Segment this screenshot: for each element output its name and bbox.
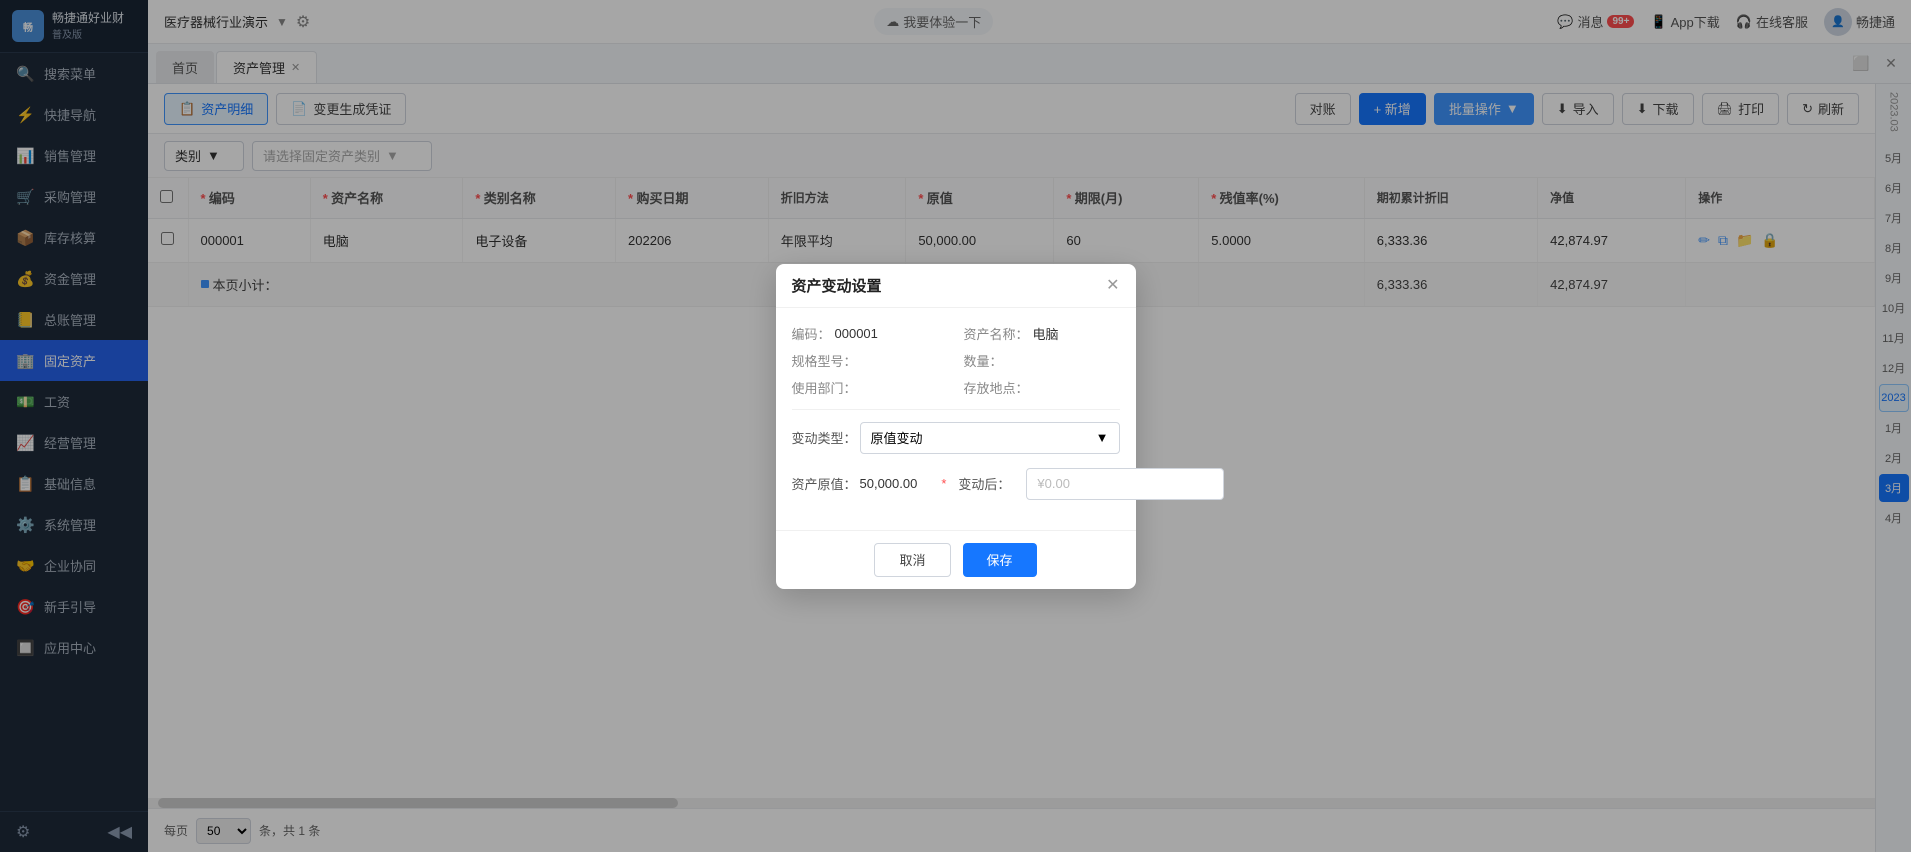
modal-after-value-label: 变动后： <box>958 474 1010 493</box>
modal-footer: 取消 保存 <box>776 530 1136 589</box>
modal-code-label: 编码： <box>792 324 831 343</box>
save-button[interactable]: 保存 <box>963 543 1037 577</box>
modal-change-type-select[interactable]: 原值变动 ▼ <box>860 422 1120 454</box>
modal-asset-name-value: 电脑 <box>1033 324 1059 343</box>
modal-code-value: 000001 <box>835 326 878 341</box>
modal-close-icon[interactable]: ✕ <box>1106 275 1119 295</box>
modal-asset-value: 50,000.00 <box>860 476 918 491</box>
modal-info-grid: 编码： 000001 资产名称： 电脑 规格型号： 数量： 使用部门： <box>792 324 1120 410</box>
cancel-button[interactable]: 取消 <box>874 543 950 577</box>
modal-dept-item: 使用部门： <box>792 378 948 397</box>
modal-asset-value-field: 资产原值： 50,000.00 * 变动后： <box>792 468 1120 500</box>
modal-title: 资产变动设置 <box>792 275 882 296</box>
modal-asset-name-item: 资产名称： 电脑 <box>964 324 1120 343</box>
modal-spec-item: 规格型号： <box>792 351 948 370</box>
modal-overlay: 资产变动设置 ✕ 编码： 000001 资产名称： 电脑 规格型号： 数量： <box>0 0 1911 852</box>
modal-after-value-input[interactable] <box>1026 468 1224 500</box>
required-star: * <box>941 476 946 491</box>
modal-location-label: 存放地点： <box>964 378 1029 397</box>
asset-change-modal: 资产变动设置 ✕ 编码： 000001 资产名称： 电脑 规格型号： 数量： <box>776 264 1136 589</box>
modal-spec-label: 规格型号： <box>792 351 857 370</box>
modal-change-type-value: 原值变动 <box>871 428 923 447</box>
modal-quantity-item: 数量： <box>964 351 1120 370</box>
modal-asset-value-label: 资产原值： <box>792 474 852 493</box>
modal-select-dropdown-icon: ▼ <box>1096 430 1109 445</box>
modal-quantity-label: 数量： <box>964 351 1003 370</box>
modal-dept-label: 使用部门： <box>792 378 857 397</box>
modal-header: 资产变动设置 ✕ <box>776 264 1136 308</box>
modal-code-item: 编码： 000001 <box>792 324 948 343</box>
modal-change-type-label: 变动类型： <box>792 428 852 447</box>
modal-location-item: 存放地点： <box>964 378 1120 397</box>
modal-change-type-field: 变动类型： 原值变动 ▼ <box>792 422 1120 454</box>
modal-asset-name-label: 资产名称： <box>964 324 1029 343</box>
modal-body: 编码： 000001 资产名称： 电脑 规格型号： 数量： 使用部门： <box>776 308 1136 530</box>
